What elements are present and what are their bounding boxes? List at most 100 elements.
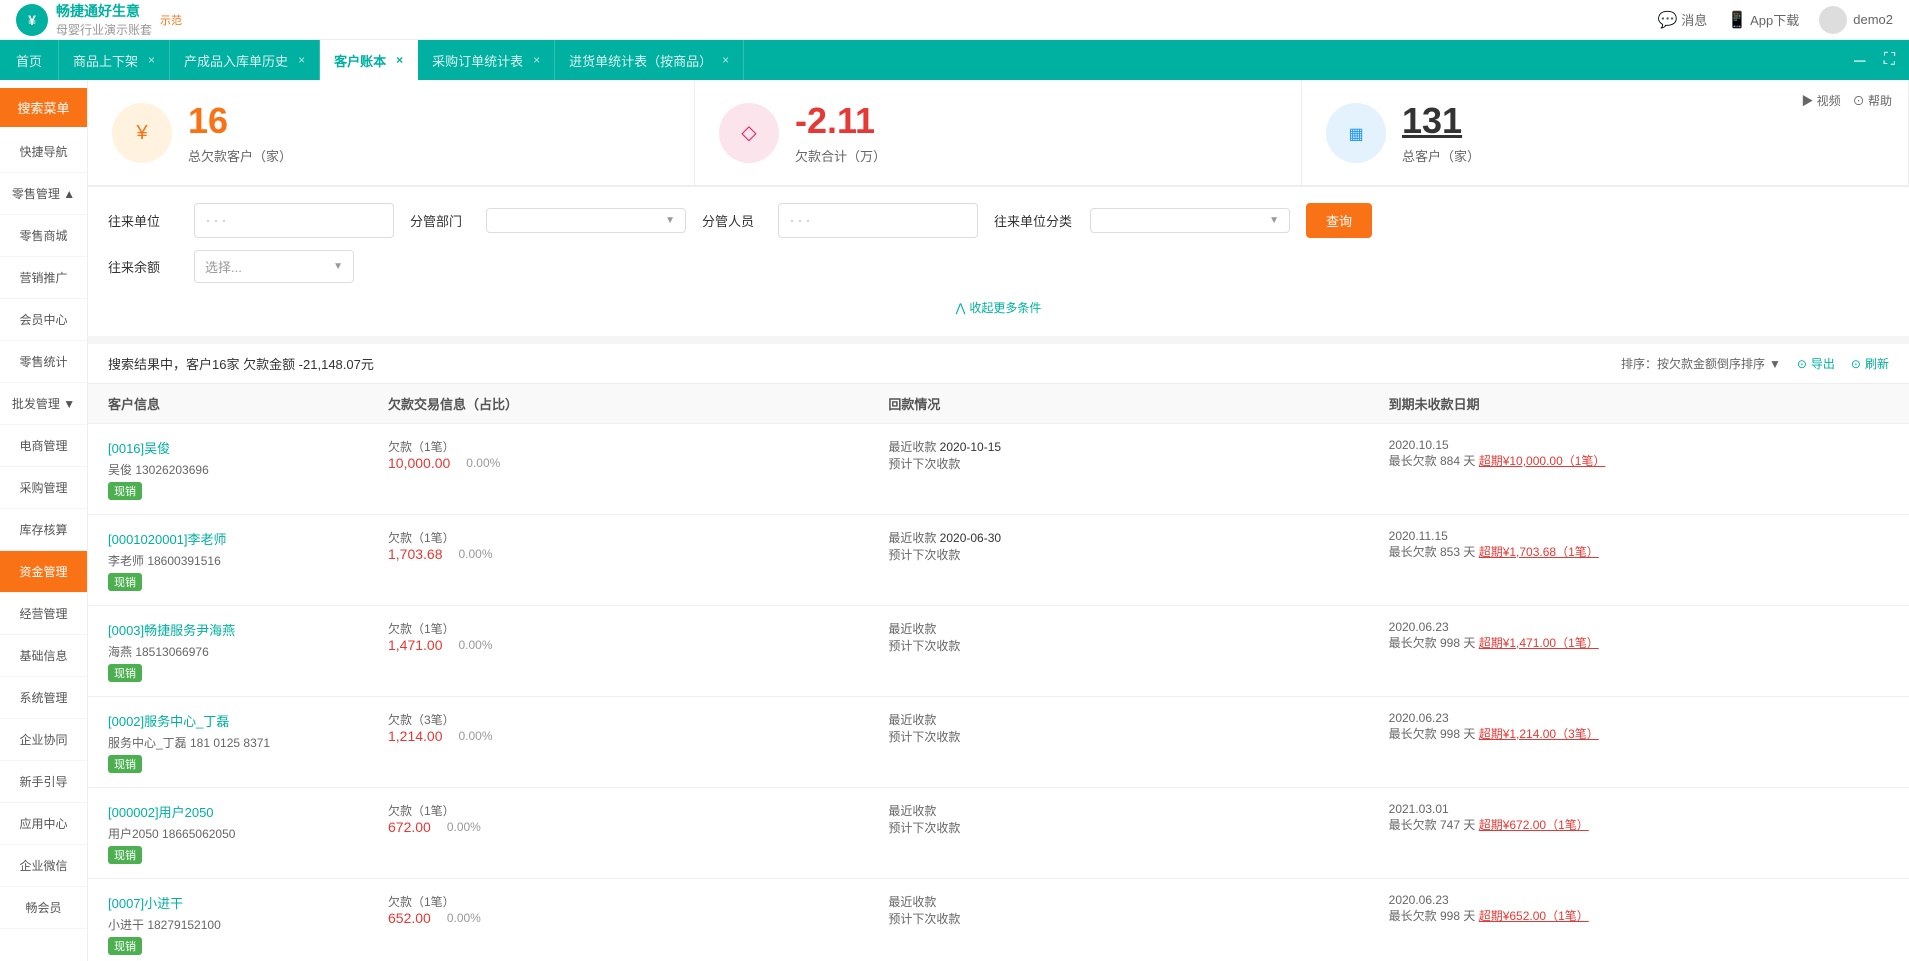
close-tab-customer-account[interactable]: ×	[396, 53, 403, 67]
col-customer-info: 客户信息	[108, 394, 388, 413]
sidebar-item-app-center[interactable]: 应用中心	[0, 803, 87, 845]
avatar[interactable]: demo2	[1819, 6, 1893, 34]
app-download-btn[interactable]: 📱 App下载	[1727, 10, 1799, 30]
customer-phone-4: 用户2050 18665062050	[108, 825, 388, 842]
sidebar-item-retail-mall[interactable]: 零售商城	[0, 215, 87, 257]
debt-info-2: 欠款（1笔） 1,471.00 0.00%	[388, 620, 888, 653]
col-debt-info: 欠款交易信息（占比）	[388, 394, 888, 413]
main-layout: 搜索菜单 快捷导航 零售管理 ▲ 零售商城 营销推广 会员中心 零售统计 批发管…	[0, 80, 1909, 961]
overdue-link-2[interactable]: 超期¥1,471.00（1笔）	[1479, 636, 1599, 650]
close-tab-purchase-order[interactable]: ×	[533, 53, 540, 67]
table-row: [000002]用户2050 用户2050 18665062050 现销 欠款（…	[88, 788, 1909, 879]
debt-amount-2: 1,471.00	[388, 637, 443, 653]
filter-branch-person[interactable]: ···	[778, 203, 978, 238]
debt-pct-4: 0.00%	[447, 820, 481, 834]
customer-name-2[interactable]: [0003]畅捷服务尹海燕	[108, 623, 235, 638]
demo-link[interactable]: 示范	[160, 12, 182, 28]
filter-balance[interactable]: 选择... ▼	[194, 250, 354, 283]
tab-maximize-btn[interactable]: ⛶	[1880, 49, 1899, 71]
chevron-down-icon: ▼	[665, 215, 675, 226]
refresh-btn[interactable]: ⊙ 刷新	[1851, 355, 1889, 372]
sidebar-item-batch-mgmt[interactable]: 批发管理 ▼	[0, 383, 87, 425]
stat-action-btns: ▶ 视频 ⊙ 帮助	[1801, 92, 1892, 109]
sidebar-item-quick-nav[interactable]: 快捷导航	[0, 131, 87, 173]
sidebar-item-enterprise[interactable]: 企业协同	[0, 719, 87, 761]
sidebar-item-operations[interactable]: 经营管理	[0, 593, 87, 635]
overdue-info-1: 2020.11.15 最长欠款 853 天 超期¥1,703.68（1笔）	[1389, 529, 1889, 560]
debt-info-3: 欠款（3笔） 1,214.00 0.00%	[388, 711, 888, 744]
debt-pct-2: 0.00%	[459, 638, 493, 652]
sidebar-item-capital-mgmt[interactable]: 资金管理	[0, 551, 87, 593]
sidebar-item-wecom[interactable]: 企业微信	[0, 845, 87, 887]
sidebar-item-system-mgmt[interactable]: 系统管理	[0, 677, 87, 719]
stat-total-customers: ▦ 131 总客户（家） ▶ 视频 ⊙ 帮助	[1302, 80, 1909, 185]
customer-name-0[interactable]: [0016]吴俊	[108, 441, 170, 456]
debt-amount-1: 1,703.68	[388, 546, 443, 562]
sidebar-item-ecommerce[interactable]: 电商管理	[0, 425, 87, 467]
customer-name-3[interactable]: [0002]服务中心_丁磊	[108, 714, 229, 729]
sidebar-item-new-guide[interactable]: 新手引导	[0, 761, 87, 803]
debt-info-5: 欠款（1笔） 652.00 0.00%	[388, 893, 888, 926]
debt-info-1: 欠款（1笔） 1,703.68 0.00%	[388, 529, 888, 562]
filter-label-source-unit: 往来单位	[108, 211, 178, 230]
debt-info-4: 欠款（1笔） 672.00 0.00%	[388, 802, 888, 835]
close-tab-stock-stat[interactable]: ×	[722, 53, 729, 67]
filter-unit-category[interactable]: ▼	[1090, 208, 1290, 233]
overdue-info-5: 2020.06.23 最长欠款 998 天 超期¥652.00（1笔）	[1389, 893, 1889, 924]
filter-label-branch-dept: 分管部门	[410, 211, 470, 230]
tab-bar: 首页 商品上下架 × 产成品入库单历史 × 客户账本 × 采购订单统计表 × 进…	[0, 40, 1909, 80]
overdue-link-1[interactable]: 超期¥1,703.68（1笔）	[1479, 545, 1599, 559]
customer-name-1[interactable]: [0001020001]李老师	[108, 532, 227, 547]
table-header: 客户信息 欠款交易信息（占比） 回款情况 到期未收款日期	[88, 384, 1909, 424]
sidebar-item-retail-stat[interactable]: 零售统计	[0, 341, 87, 383]
sidebar-item-retail-mgmt[interactable]: 零售管理 ▲	[0, 173, 87, 215]
debt-amount-3: 1,214.00	[388, 728, 443, 744]
sidebar-item-search-menu[interactable]: 搜索菜单	[0, 88, 87, 127]
close-tab-product-shelf[interactable]: ×	[148, 53, 155, 67]
message-btn[interactable]: 💬 消息	[1658, 10, 1708, 30]
table-row: [0002]服务中心_丁磊 服务中心_丁磊 181 0125 8371 现销 欠…	[88, 697, 1909, 788]
filter-label-unit-category: 往来单位分类	[994, 211, 1074, 230]
tab-stock-stat[interactable]: 进货单统计表（按商品） ×	[555, 40, 744, 80]
customer-phone-1: 李老师 18600391516	[108, 552, 388, 569]
tab-minimize-btn[interactable]: －	[1848, 46, 1872, 74]
sidebar-item-member-center[interactable]: 会员中心	[0, 299, 87, 341]
customer-badge-4: 现销	[108, 846, 142, 864]
customer-name-5[interactable]: [0007]小进干	[108, 896, 183, 911]
overdue-info-2: 2020.06.23 最长欠款 998 天 超期¥1,471.00（1笔）	[1389, 620, 1889, 651]
tab-right-btns: － ⛶	[1838, 40, 1909, 80]
tab-customer-account[interactable]: 客户账本 ×	[320, 40, 418, 80]
return-info-1: 最近收款 2020-06-30 预计下次收款	[888, 529, 1388, 563]
svg-text:¥: ¥	[135, 122, 148, 144]
tab-product-history[interactable]: 产成品入库单历史 ×	[170, 40, 320, 80]
table-row: [0007]小进干 小进干 18279152100 现销 欠款（1笔） 652.…	[88, 879, 1909, 961]
customer-info-4: [000002]用户2050 用户2050 18665062050 现销	[108, 802, 388, 864]
overdue-link-0[interactable]: 超期¥10,000.00（1笔）	[1479, 454, 1606, 468]
sidebar-item-marketing[interactable]: 营销推广	[0, 257, 87, 299]
stat-debt-customers: ¥ 16 总欠款客户（家）	[88, 80, 695, 185]
sidebar-item-inventory[interactable]: 库存核算	[0, 509, 87, 551]
export-btn[interactable]: ⊙ 导出	[1797, 355, 1835, 372]
query-button[interactable]: 查询	[1306, 203, 1372, 238]
tab-home[interactable]: 首页	[0, 40, 59, 80]
filter-source-unit[interactable]: ···	[194, 203, 394, 238]
sidebar-item-vip[interactable]: 畅会员	[0, 887, 87, 929]
close-tab-product-history[interactable]: ×	[298, 53, 305, 67]
sort-select[interactable]: 排序：按欠款金额倒序排序 ▼	[1621, 355, 1781, 372]
help-btn[interactable]: ⊙ 帮助	[1853, 92, 1892, 109]
result-summary: 搜索结果中，客户16家 欠款金额 -21,148.07元 排序：按欠款金额倒序排…	[88, 344, 1909, 384]
tab-purchase-order[interactable]: 采购订单统计表 ×	[418, 40, 555, 80]
overdue-link-3[interactable]: 超期¥1,214.00（3笔）	[1479, 727, 1599, 741]
sidebar-item-base-info[interactable]: 基础信息	[0, 635, 87, 677]
filter-branch-dept[interactable]: ▼	[486, 208, 686, 233]
tab-product-shelf[interactable]: 商品上下架 ×	[59, 40, 170, 80]
customer-name-4[interactable]: [000002]用户2050	[108, 805, 214, 820]
table-row: [0003]畅捷服务尹海燕 海燕 18513066976 现销 欠款（1笔） 1…	[88, 606, 1909, 697]
collapse-more-filters[interactable]: ⋀ 收起更多条件	[108, 295, 1889, 320]
overdue-link-5[interactable]: 超期¥652.00（1笔）	[1479, 909, 1589, 923]
sidebar-item-purchase-mgmt[interactable]: 采购管理	[0, 467, 87, 509]
customer-badge-2: 现销	[108, 664, 142, 682]
chevron-down-icon-sort: ▼	[1769, 357, 1781, 371]
overdue-link-4[interactable]: 超期¥672.00（1笔）	[1479, 818, 1589, 832]
video-btn[interactable]: ▶ 视频	[1801, 92, 1840, 109]
